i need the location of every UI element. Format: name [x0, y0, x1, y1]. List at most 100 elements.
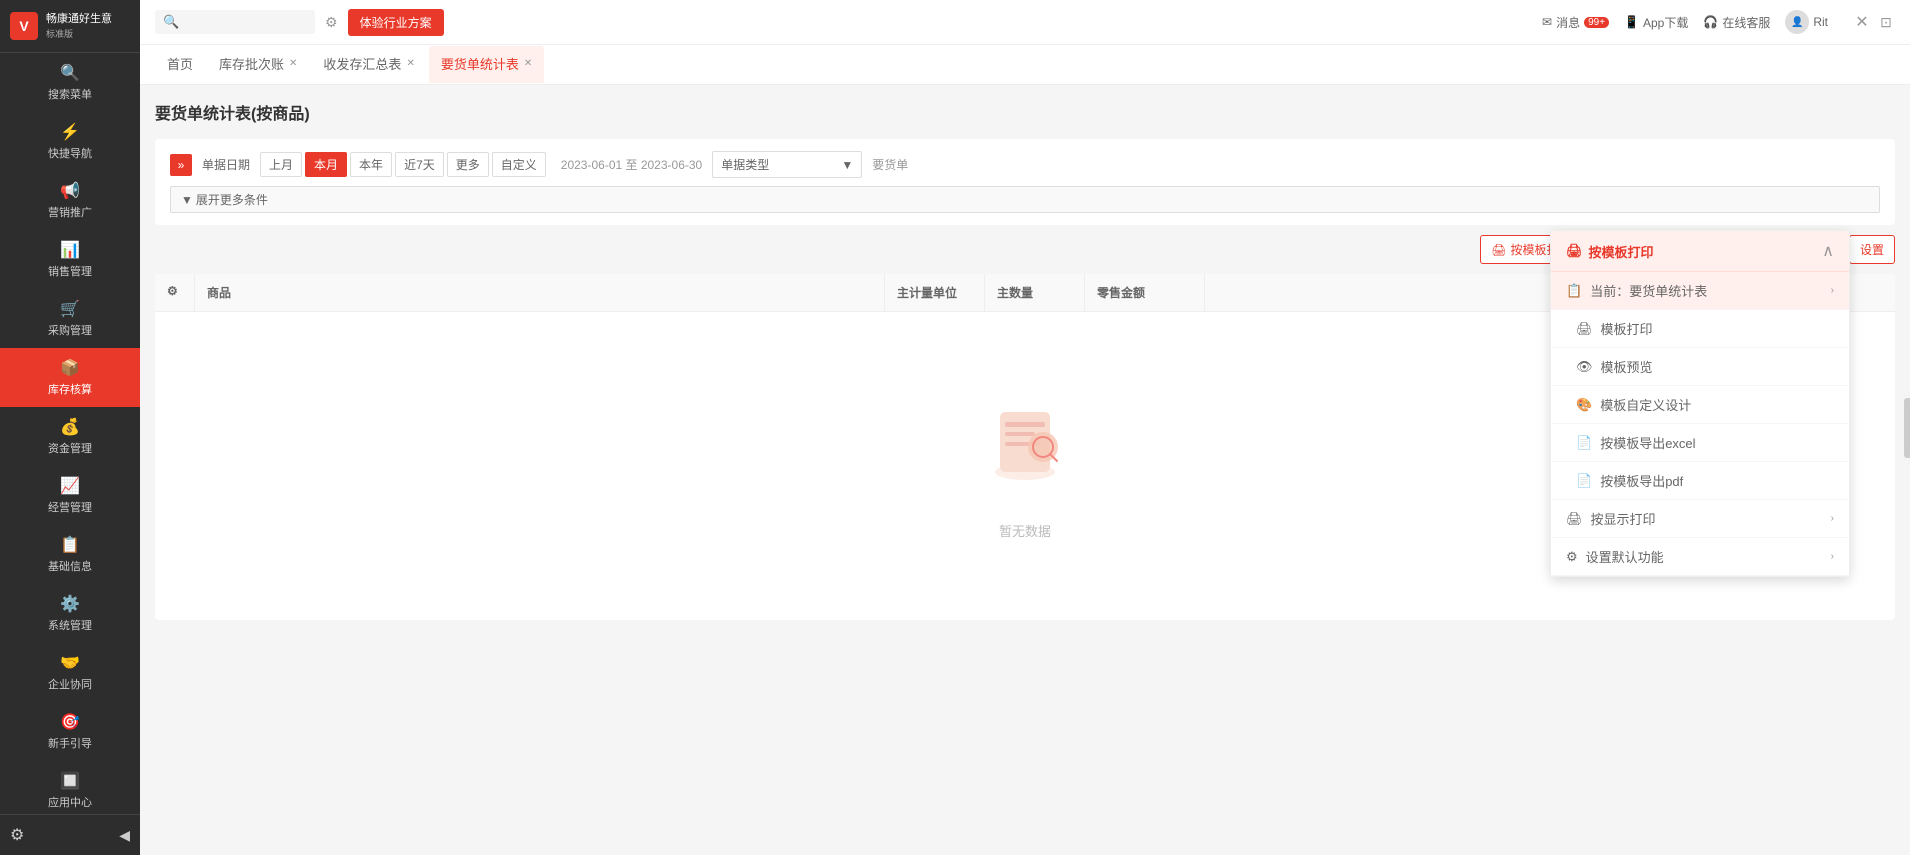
- default-func-chevron: ›: [1831, 551, 1834, 562]
- search-nav-icon: 🔍: [60, 63, 80, 83]
- date-btn-7days[interactable]: 近7天: [395, 152, 444, 177]
- sidebar: V 畅康通好生意 标准版 🔍 搜索菜单 ⚡ 快捷导航 📢 营销推广 📊 销售管理…: [0, 0, 140, 855]
- sidebar-item-search[interactable]: 🔍 搜索菜单: [0, 53, 140, 112]
- sidebar-item-sales[interactable]: 📊 销售管理: [0, 230, 140, 289]
- sales-icon: 📊: [60, 240, 80, 260]
- tab-inventory-batch-close[interactable]: ✕: [289, 58, 297, 69]
- experience-btn[interactable]: 体验行业方案: [348, 9, 444, 36]
- display-print-label: 按显示打印: [1591, 509, 1656, 528]
- type-dropdown[interactable]: 单据类型 ▼: [712, 151, 862, 178]
- topbar-gear-icon[interactable]: ⚙: [325, 14, 338, 31]
- window-maximize-btn[interactable]: ⊡: [1877, 13, 1895, 31]
- notification-label: 消息: [1556, 14, 1580, 31]
- filter-row-1: » 单据日期 上月 本月 本年 近7天 更多 自定义 2023-06-01 至 …: [170, 151, 1880, 178]
- print-icon: 🖨: [1491, 243, 1506, 257]
- sidebar-item-marketing[interactable]: 📢 营销推广: [0, 171, 140, 230]
- finance-icon: 💰: [60, 417, 80, 437]
- settings-bottom-icon[interactable]: ⚙: [10, 825, 24, 845]
- tab-home[interactable]: 首页: [155, 46, 205, 83]
- date-btn-custom[interactable]: 自定义: [492, 152, 546, 177]
- notification-count: 99+: [1584, 17, 1609, 28]
- popup-display-print[interactable]: 🖨 按显示打印 ›: [1551, 500, 1849, 538]
- tab-receipt-summary-close[interactable]: ✕: [406, 58, 414, 69]
- sidebar-item-guide[interactable]: 🎯 新手引导: [0, 702, 140, 761]
- export-pdf-label: 按模板导出pdf: [1600, 471, 1683, 490]
- page-title: 要货单统计表(按商品): [155, 100, 1895, 124]
- export-excel-icon: 📄: [1576, 435, 1592, 451]
- popup-template-preview[interactable]: 👁 模板预览: [1551, 348, 1849, 386]
- sidebar-item-apps[interactable]: 🔲 应用中心: [0, 761, 140, 814]
- tab-receipt-summary[interactable]: 收发存汇总表 ✕: [311, 46, 426, 83]
- template-design-label: 模板自定义设计: [1600, 395, 1691, 414]
- sidebar-item-label: 经营管理: [48, 499, 92, 515]
- sidebar-item-inventory[interactable]: 📦 库存核算: [0, 348, 140, 407]
- date-btn-this-month[interactable]: 本月: [305, 152, 347, 177]
- app-version: 标准版: [46, 27, 112, 40]
- sidebar-item-label: 资金管理: [48, 440, 92, 456]
- sidebar-item-purchase[interactable]: 🛒 采购管理: [0, 289, 140, 348]
- export-excel-left: 📄 按模板导出excel: [1576, 433, 1696, 452]
- date-filter-label: 单据日期: [202, 156, 250, 173]
- resize-handle[interactable]: [1904, 398, 1910, 458]
- online-service-btn[interactable]: 🎧 在线客服: [1703, 14, 1770, 31]
- tab-order-stats-label: 要货单统计表: [441, 54, 519, 73]
- col-amount: 零售金额: [1085, 274, 1205, 311]
- sidebar-item-basic[interactable]: 📋 基础信息: [0, 525, 140, 584]
- sidebar-item-label: 营销推广: [48, 204, 92, 220]
- notifications-btn[interactable]: ✉ 消息 99+: [1542, 14, 1609, 31]
- search-icon: 🔍: [163, 14, 179, 30]
- col-settings[interactable]: ⚙: [155, 274, 195, 311]
- date-btn-more[interactable]: 更多: [447, 152, 489, 177]
- popup-template-print[interactable]: 🖨 模板打印: [1551, 310, 1849, 348]
- order-category-filter: 要货单: [872, 156, 908, 173]
- display-print-icon: 🖨: [1566, 511, 1583, 527]
- default-func-left: ⚙ 设置默认功能: [1566, 547, 1664, 566]
- service-icon: 🎧: [1703, 15, 1718, 29]
- sidebar-bottom: ⚙ ◀: [0, 814, 140, 855]
- search-box[interactable]: 🔍: [155, 10, 315, 34]
- popup-close-btn[interactable]: ∧: [1822, 241, 1834, 261]
- tab-order-stats[interactable]: 要货单统计表 ✕: [429, 46, 544, 83]
- expand-more-btn[interactable]: ▼ 展开更多条件: [170, 186, 1880, 213]
- service-label: 在线客服: [1722, 14, 1770, 31]
- sidebar-item-label: 采购管理: [48, 322, 92, 338]
- empty-text: 暂无数据: [999, 521, 1051, 540]
- sidebar-item-system[interactable]: ⚙️ 系统管理: [0, 584, 140, 643]
- current-template-left: 📋 当前：要货单统计表: [1566, 281, 1707, 300]
- tab-order-stats-close[interactable]: ✕: [524, 58, 532, 69]
- popup-export-pdf[interactable]: 📄 按模板导出pdf: [1551, 462, 1849, 500]
- app-logo: V 畅康通好生意 标准版: [0, 0, 140, 53]
- sidebar-item-enterprise[interactable]: 🤝 企业协同: [0, 643, 140, 702]
- popup-default-func[interactable]: ⚙ 设置默认功能 ›: [1551, 538, 1849, 576]
- tab-home-label: 首页: [167, 54, 193, 73]
- date-btn-this-year[interactable]: 本年: [350, 152, 392, 177]
- main-area: 🔍 ⚙ 体验行业方案 ✉ 消息 99+ 📱 App下载 🎧 在线客服 👤 Rit: [140, 0, 1910, 855]
- logo-icon: V: [10, 12, 38, 40]
- app-download-btn[interactable]: 📱 App下载: [1624, 14, 1688, 31]
- date-buttons: 上月 本月 本年 近7天 更多 自定义: [260, 152, 546, 177]
- sidebar-item-finance[interactable]: 💰 资金管理: [0, 407, 140, 466]
- settings-btn[interactable]: 设置: [1849, 235, 1895, 264]
- display-print-chevron: ›: [1831, 513, 1834, 524]
- sidebar-item-operation[interactable]: 📈 经营管理: [0, 466, 140, 525]
- arrow-bottom-icon[interactable]: ◀: [119, 827, 130, 844]
- apps-icon: 🔲: [60, 771, 80, 791]
- user-avatar[interactable]: 👤 Rit: [1785, 10, 1828, 34]
- popup-template-design[interactable]: 🎨 模板自定义设计: [1551, 386, 1849, 424]
- search-input[interactable]: [184, 15, 294, 29]
- template-preview-left: 👁 模板预览: [1576, 357, 1653, 376]
- window-close-btn[interactable]: ✕: [1853, 13, 1871, 31]
- basic-icon: 📋: [60, 535, 80, 555]
- popup-export-excel[interactable]: 📄 按模板导出excel: [1551, 424, 1849, 462]
- expand-arrow-icon: ▼: [181, 193, 193, 207]
- empty-svg: [975, 392, 1075, 492]
- filter-expand-arrow[interactable]: »: [170, 154, 192, 176]
- sidebar-item-label: 销售管理: [48, 263, 92, 279]
- sidebar-item-shortcut[interactable]: ⚡ 快捷导航: [0, 112, 140, 171]
- date-btn-last-month[interactable]: 上月: [260, 152, 302, 177]
- topbar-right: ✉ 消息 99+ 📱 App下载 🎧 在线客服 👤 Rit ✕ ⊡: [1542, 10, 1895, 34]
- col-product: 商品: [195, 274, 885, 311]
- tab-inventory-batch[interactable]: 库存批次账 ✕: [207, 46, 309, 83]
- notification-icon: ✉: [1542, 15, 1552, 29]
- popup-current-template[interactable]: 📋 当前：要货单统计表 ›: [1551, 272, 1849, 310]
